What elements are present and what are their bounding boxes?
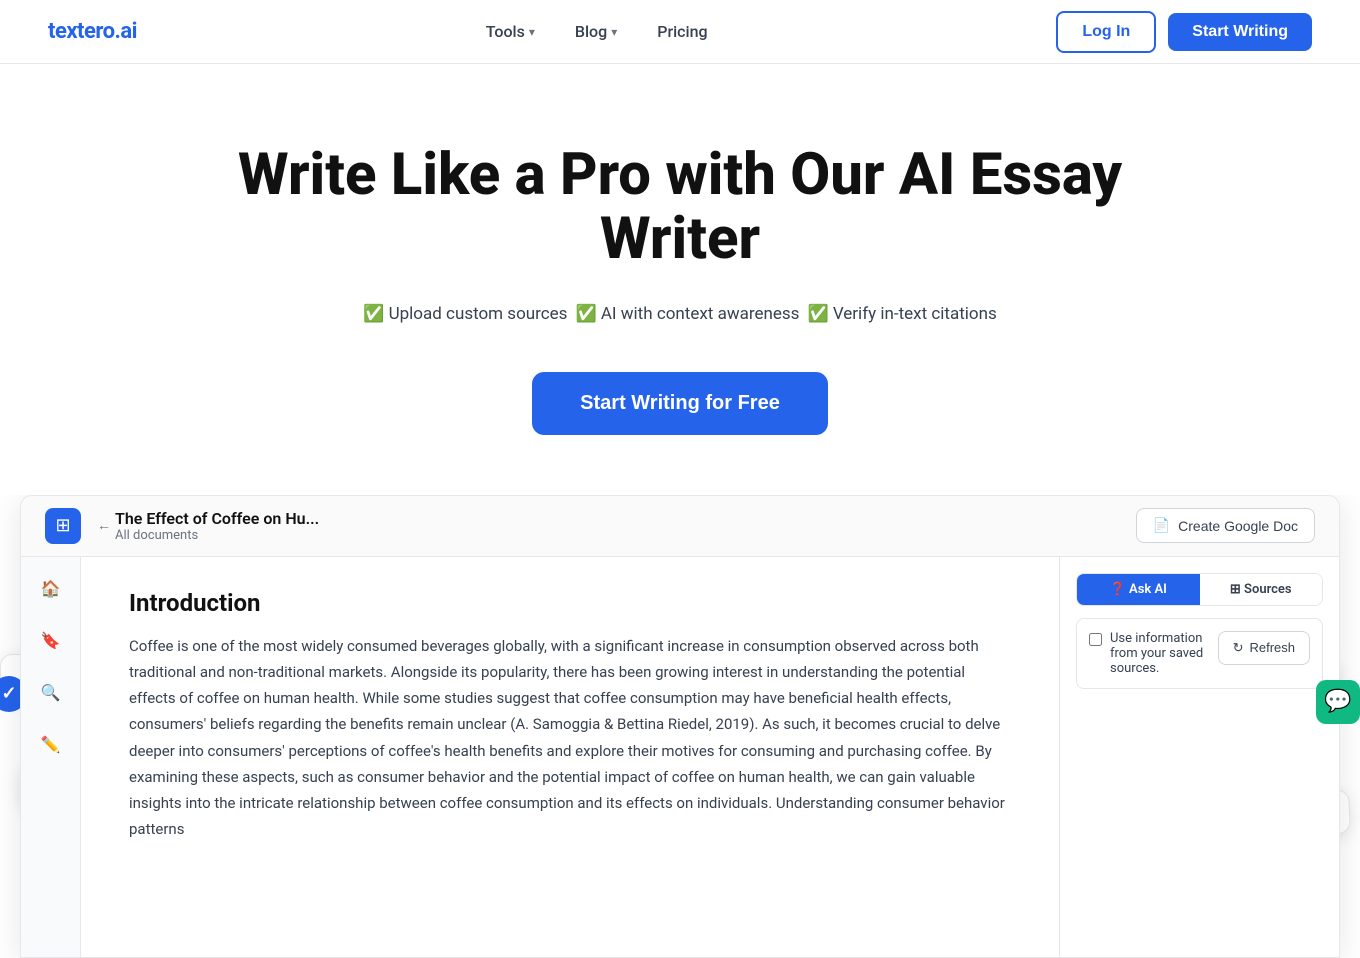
demo-sidebar: 🏠 🔖 🔍 ✏️ (21, 557, 81, 957)
source-option: Use information from your saved sources.… (1076, 618, 1323, 689)
doc-icon: 📄 (1153, 517, 1170, 534)
tab-sources[interactable]: ⊞ Sources (1200, 574, 1323, 605)
hero-heading: Write Like a Pro with Our AI Essay Write… (230, 144, 1130, 272)
demo-logo-icon: ⊞ (45, 508, 81, 544)
sidebar-search-icon[interactable]: 🔍 (35, 677, 67, 709)
feature-context: ✅ AI with context awareness (575, 304, 799, 324)
demo-content: Introduction Coffee is one of the most w… (81, 557, 1059, 957)
content-body: Coffee is one of the most widely consume… (129, 633, 1011, 843)
create-google-doc-button[interactable]: 📄 Create Google Doc (1136, 508, 1315, 543)
nav-pricing-link[interactable]: Pricing (641, 14, 723, 49)
demo-section: ✓ Built-in AI detector Safe for academic… (0, 495, 1360, 958)
login-button[interactable]: Log In (1056, 11, 1156, 53)
nav-tools-link[interactable]: Tools ▾ (470, 14, 551, 49)
source-option-text: Use information from your saved sources. (1110, 631, 1210, 676)
sidebar-bookmark-icon[interactable]: 🔖 (35, 625, 67, 657)
demo-right-panel: ❓ Ask AI ⊞ Sources Use information from … (1059, 557, 1339, 957)
demo-topbar-left: ⊞ ← The Effect of Coffee on Hu... All do… (45, 508, 319, 544)
sidebar-home-icon[interactable]: 🏠 (35, 573, 67, 605)
feature-citations: ✅ Verify in-text citations (807, 304, 996, 324)
feature-upload: ✅ Upload custom sources (363, 304, 567, 324)
source-checkbox[interactable] (1089, 633, 1102, 646)
hero-section: Write Like a Pro with Our AI Essay Write… (0, 64, 1360, 495)
nav-links: Tools ▾ Blog ▾ Pricing (470, 14, 724, 49)
start-writing-button[interactable]: Start Writing (1168, 13, 1312, 51)
nav-blog-link[interactable]: Blog ▾ (559, 14, 633, 49)
chat-bubble-icon[interactable]: 💬 (1316, 680, 1360, 724)
hero-features: ✅ Upload custom sources ✅ AI with contex… (48, 304, 1312, 324)
demo-tabs: ❓ Ask AI ⊞ Sources (1076, 573, 1323, 606)
sources-icon: ⊞ (1230, 582, 1241, 597)
cta-button[interactable]: Start Writing for Free (532, 372, 828, 435)
demo-title-area: The Effect of Coffee on Hu... All docume… (115, 509, 319, 543)
refresh-icon: ↻ (1233, 640, 1244, 656)
logo-text: textero.ai (48, 19, 137, 44)
question-icon: ❓ (1110, 582, 1126, 597)
back-icon: ← (97, 517, 111, 534)
navbar: textero.ai Tools ▾ Blog ▾ Pricing Log In… (0, 0, 1360, 64)
chevron-down-icon: ▾ (529, 25, 535, 39)
demo-window: ⊞ ← The Effect of Coffee on Hu... All do… (20, 495, 1340, 958)
logo[interactable]: textero.ai (48, 19, 137, 44)
refresh-button[interactable]: ↻ Refresh (1218, 631, 1310, 665)
nav-actions: Log In Start Writing (1056, 11, 1312, 53)
demo-body: 🏠 🔖 🔍 ✏️ Introduction Coffee is one of t… (21, 557, 1339, 957)
chevron-down-icon: ▾ (611, 25, 617, 39)
tab-ask-ai[interactable]: ❓ Ask AI (1077, 574, 1200, 605)
content-heading: Introduction (129, 589, 1011, 617)
demo-back-button[interactable]: ← The Effect of Coffee on Hu... All docu… (97, 509, 319, 543)
sidebar-edit-icon[interactable]: ✏️ (35, 729, 67, 761)
demo-topbar: ⊞ ← The Effect of Coffee on Hu... All do… (21, 496, 1339, 557)
